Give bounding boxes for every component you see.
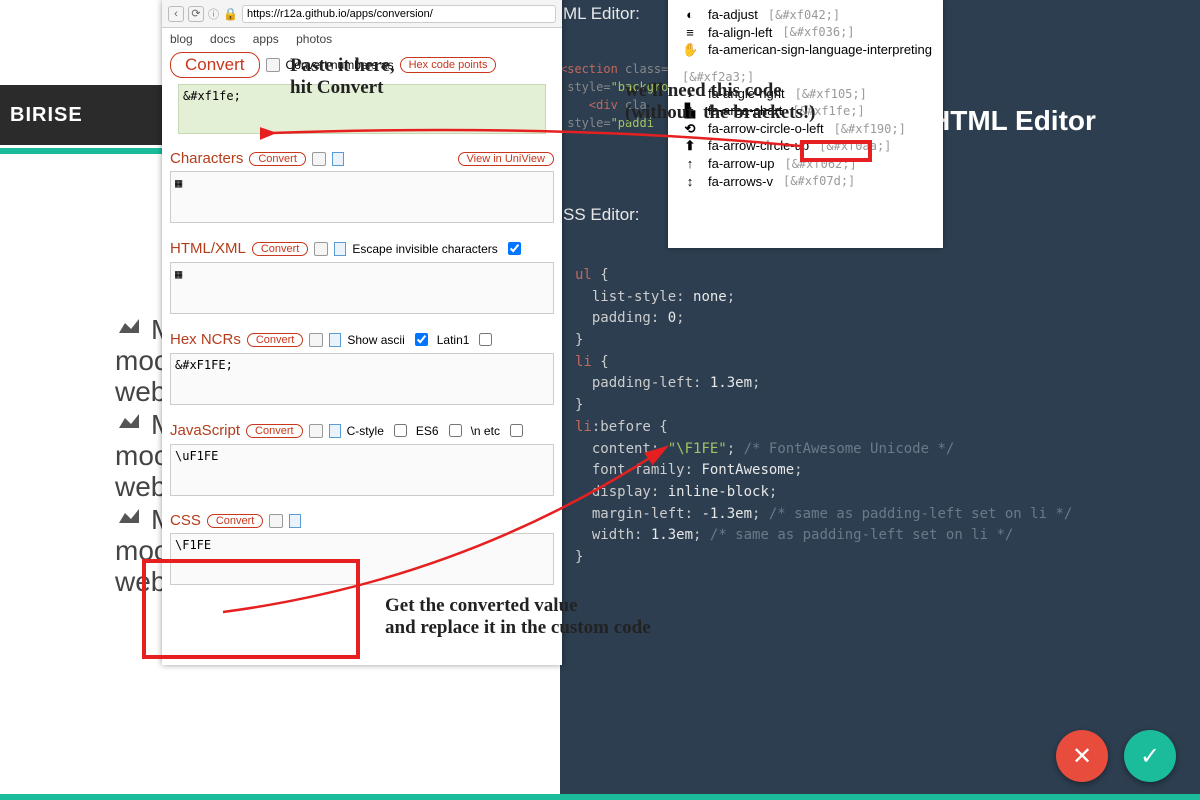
convert-button[interactable]: Convert [246, 424, 303, 438]
area-chart-icon [115, 410, 143, 432]
latin1-label: Latin1 [437, 333, 470, 347]
url-field[interactable]: https://r12a.github.io/apps/conversion/ [242, 5, 556, 23]
fa-item[interactable]: ◐fa-adjust[&#xf042;] [682, 6, 935, 24]
nav-link[interactable]: blog [170, 32, 193, 46]
characters-output[interactable]: ▦ [170, 171, 554, 223]
fa-item[interactable]: ↕fa-arrows-v[&#xf07d;] [682, 173, 935, 191]
address-bar: ‹ ⟳ ⓘ 🔒 https://r12a.github.io/apps/conv… [162, 0, 562, 28]
close-icon: ✕ [1072, 742, 1092, 771]
convert-button[interactable]: Convert [247, 333, 304, 347]
netc-label: \n etc [471, 424, 500, 438]
convert-button[interactable]: Convert [170, 52, 260, 78]
fa-item[interactable]: ≡fa-align-left[&#xf036;] [682, 24, 935, 42]
copy-icon[interactable] [314, 242, 328, 256]
copy-icon[interactable] [309, 333, 323, 347]
doc-icon[interactable] [329, 424, 341, 438]
section-title: HTML/XML [170, 240, 246, 257]
annotation: Paste it here, hit Convert [290, 55, 395, 99]
section-title: Characters [170, 150, 243, 167]
nav-link[interactable]: photos [296, 32, 332, 46]
nav-link[interactable]: docs [210, 32, 235, 46]
annotation: we'll need this code (without the bracke… [625, 80, 816, 124]
htmlxml-section: HTML/XML Convert Escape invisible charac… [170, 231, 554, 314]
doc-icon[interactable] [334, 242, 346, 256]
convert-button[interactable]: Convert [252, 242, 309, 256]
area-chart-icon [115, 505, 143, 527]
escape-label: Escape invisible characters [352, 242, 497, 256]
hex-mode-pill[interactable]: Hex code points [400, 57, 497, 73]
adjust-icon: ◐ [682, 6, 698, 24]
section-title: JavaScript [170, 422, 240, 439]
info-icon[interactable]: ⓘ [208, 6, 219, 22]
html-editor-label: ML Editor: [563, 4, 640, 24]
escape-checkbox[interactable] [508, 242, 521, 255]
cstyle-label: C-style [347, 424, 384, 438]
doc-icon[interactable] [329, 333, 341, 347]
htmlxml-output[interactable]: ▦ [170, 262, 554, 314]
highlight-box [800, 140, 872, 162]
showascii-checkbox[interactable] [415, 333, 428, 346]
hexncr-output[interactable]: &#xF1FE; [170, 353, 554, 405]
arrow-icon [215, 440, 675, 620]
divider [0, 794, 1200, 800]
arrows-v-icon: ↕ [682, 173, 698, 191]
padlock-icon: 🔒 [223, 7, 238, 21]
fa-item[interactable]: ✋fa-american-sign-language-interpreting[… [682, 41, 935, 85]
back-button[interactable]: ‹ [168, 6, 184, 22]
cstyle-checkbox[interactable] [394, 424, 407, 437]
section-title: CSS [170, 512, 201, 529]
arrow-icon [260, 118, 810, 158]
site-nav: blog docs apps photos [162, 28, 562, 50]
asl-icon: ✋ [682, 41, 698, 59]
copy-icon[interactable] [266, 58, 280, 72]
latin1-checkbox[interactable] [479, 333, 492, 346]
netc-checkbox[interactable] [510, 424, 523, 437]
section-title: Hex NCRs [170, 331, 241, 348]
css-editor-label: SS Editor: [563, 205, 640, 225]
hexncr-section: Hex NCRs Convert Show ascii Latin1 &#xF1… [170, 322, 554, 405]
showascii-label: Show ascii [347, 333, 404, 347]
area-chart-icon [115, 315, 143, 337]
es6-checkbox[interactable] [449, 424, 462, 437]
reload-button[interactable]: ⟳ [188, 6, 204, 22]
es6-label: ES6 [416, 424, 439, 438]
confirm-button[interactable]: ✓ [1124, 730, 1176, 782]
copy-icon[interactable] [309, 424, 323, 438]
check-icon: ✓ [1140, 742, 1160, 771]
cancel-button[interactable]: ✕ [1056, 730, 1108, 782]
align-left-icon: ≡ [682, 24, 698, 42]
nav-link[interactable]: apps [253, 32, 279, 46]
annotation: Get the converted value and replace it i… [385, 595, 651, 639]
